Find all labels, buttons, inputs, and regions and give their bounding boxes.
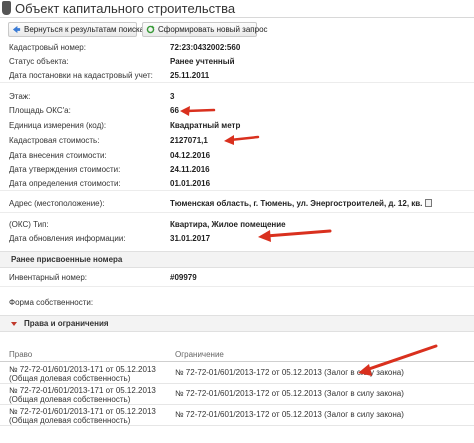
field-address: Адрес (местоположение): Тюменская област… — [0, 197, 474, 213]
column-header-right: Право — [9, 350, 33, 359]
right-cell: № 72-72-01/601/2013-171 от 05.12.2013 (О… — [9, 407, 156, 425]
table-row: № 72-72-01/601/2013-171 от 05.12.2013 (О… — [0, 406, 474, 426]
field-cadastral-value: Кадастровая стоимость: 2127071,1 — [0, 134, 474, 148]
column-header-restriction: Ограничение — [175, 350, 224, 359]
field-label: Этаж: — [9, 92, 31, 101]
field-ownership-form: Форма собственности: — [0, 296, 474, 312]
field-label: Дата утверждения стоимости: — [9, 165, 121, 174]
field-area: Площадь ОКС'a: 66 — [0, 104, 474, 118]
field-label: Статус объекта: — [9, 57, 69, 66]
field-value: 72:23:0432002:560 — [170, 43, 241, 52]
field-label: Единица измерения (код): — [9, 121, 107, 130]
field-value: 04.12.2016 — [170, 151, 211, 160]
field-label: Площадь ОКС'a: — [9, 106, 71, 115]
right-type: (Общая долевая собственность) — [9, 395, 131, 404]
table-row: № 72-72-01/601/2013-171 от 05.12.2013 (О… — [0, 364, 474, 384]
field-label: Дата определения стоимости: — [9, 179, 121, 188]
field-label: (ОКС) Тип: — [9, 220, 49, 229]
section-rights-toggle[interactable]: Права и ограничения — [0, 315, 474, 332]
right-type: (Общая долевая собственность) — [9, 416, 131, 425]
field-floor: Этаж: 3 — [0, 90, 474, 104]
field-cadastral-number: Кадастровый номер: 72:23:0432002:560 — [0, 41, 474, 55]
right-number: № 72-72-01/601/2013-171 от 05.12.2013 — [9, 365, 156, 374]
field-value: #09979 — [170, 273, 197, 282]
field-value: 31.01.2017 — [170, 234, 211, 243]
toolbar: Вернуться к результатам поиска Сформиров… — [0, 19, 474, 39]
field-inventory-number: Инвентарный номер: #09979 — [0, 271, 474, 287]
field-unit: Единица измерения (код): Квадратный метр — [0, 119, 474, 133]
back-to-results-button[interactable]: Вернуться к результатам поиска — [8, 22, 144, 37]
back-arrow-icon — [12, 25, 21, 34]
field-value-entry-date: Дата внесения стоимости: 04.12.2016 — [0, 149, 474, 163]
field-value: Ранее учтенный — [170, 57, 235, 66]
right-cell: № 72-72-01/601/2013-171 от 05.12.2013 (О… — [9, 365, 156, 383]
field-label: Форма собственности: — [9, 298, 94, 307]
collapse-triangle-icon — [11, 322, 17, 326]
field-label: Дата внесения стоимости: — [9, 151, 107, 160]
building-icon — [2, 1, 11, 15]
new-request-button[interactable]: Сформировать новый запрос — [142, 22, 268, 37]
right-number: № 72-72-01/601/2013-171 от 05.12.2013 — [9, 407, 156, 416]
field-object-status: Статус объекта: Ранее учтенный — [0, 55, 474, 69]
field-label: Дата постановки на кадастровый учет: — [9, 71, 153, 80]
rights-table-header: Право Ограничение — [0, 347, 474, 362]
field-registration-date: Дата постановки на кадастровый учет: 25.… — [0, 69, 474, 83]
field-value: 24.11.2016 — [170, 165, 210, 174]
restriction-cell: № 72-72-01/601/2013-172 от 05.12.2013 (З… — [175, 389, 404, 398]
new-request-label: Сформировать новый запрос — [158, 25, 268, 34]
right-cell: № 72-72-01/601/2013-171 от 05.12.2013 (О… — [9, 386, 156, 404]
field-value: Квартира, Жилое помещение — [170, 220, 286, 229]
field-oks-type: (ОКС) Тип: Квартира, Жилое помещение — [0, 218, 474, 232]
field-value: 66 — [170, 106, 179, 115]
field-value: Тюменская область, г. Тюмень, ул. Энерго… — [170, 199, 433, 208]
field-value: 3 — [170, 92, 175, 101]
page-title: Объект капитального строительства — [15, 1, 236, 16]
table-row: № 72-72-01/601/2013-171 от 05.12.2013 (О… — [0, 385, 474, 405]
field-value: 01.01.2016 — [170, 179, 211, 188]
field-label: Инвентарный номер: — [9, 273, 88, 282]
title-bar: Объект капитального строительства — [0, 0, 474, 18]
field-label: Дата обновления информации: — [9, 234, 126, 243]
refresh-icon — [146, 25, 155, 34]
back-button-label: Вернуться к результатам поиска — [24, 25, 145, 34]
field-value: 25.11.2011 — [170, 71, 210, 80]
field-update-date: Дата обновления информации: 31.01.2017 — [0, 232, 474, 246]
right-number: № 72-72-01/601/2013-171 от 05.12.2013 — [9, 386, 156, 395]
field-value: 2127071,1 — [170, 136, 208, 145]
section-title: Права и ограничения — [24, 319, 109, 328]
restriction-cell: № 72-72-01/601/2013-172 от 05.12.2013 (З… — [175, 410, 404, 419]
field-value-approval-date: Дата утверждения стоимости: 24.11.2016 — [0, 163, 474, 177]
right-type: (Общая долевая собственность) — [9, 374, 131, 383]
field-label: Кадастровый номер: — [9, 43, 86, 52]
restriction-cell: № 72-72-01/601/2013-172 от 05.12.2013 (З… — [175, 368, 404, 377]
address-text: Тюменская область, г. Тюмень, ул. Энерго… — [170, 199, 423, 208]
field-label: Адрес (местоположение): — [9, 199, 105, 208]
section-title: Ранее присвоенные номера — [11, 255, 123, 264]
section-previous-numbers: Ранее присвоенные номера — [0, 251, 474, 268]
field-label: Кадастровая стоимость: — [9, 136, 100, 145]
calendar-icon[interactable] — [425, 199, 433, 207]
field-value-determination-date: Дата определения стоимости: 01.01.2016 — [0, 177, 474, 191]
field-value: Квадратный метр — [170, 121, 241, 130]
